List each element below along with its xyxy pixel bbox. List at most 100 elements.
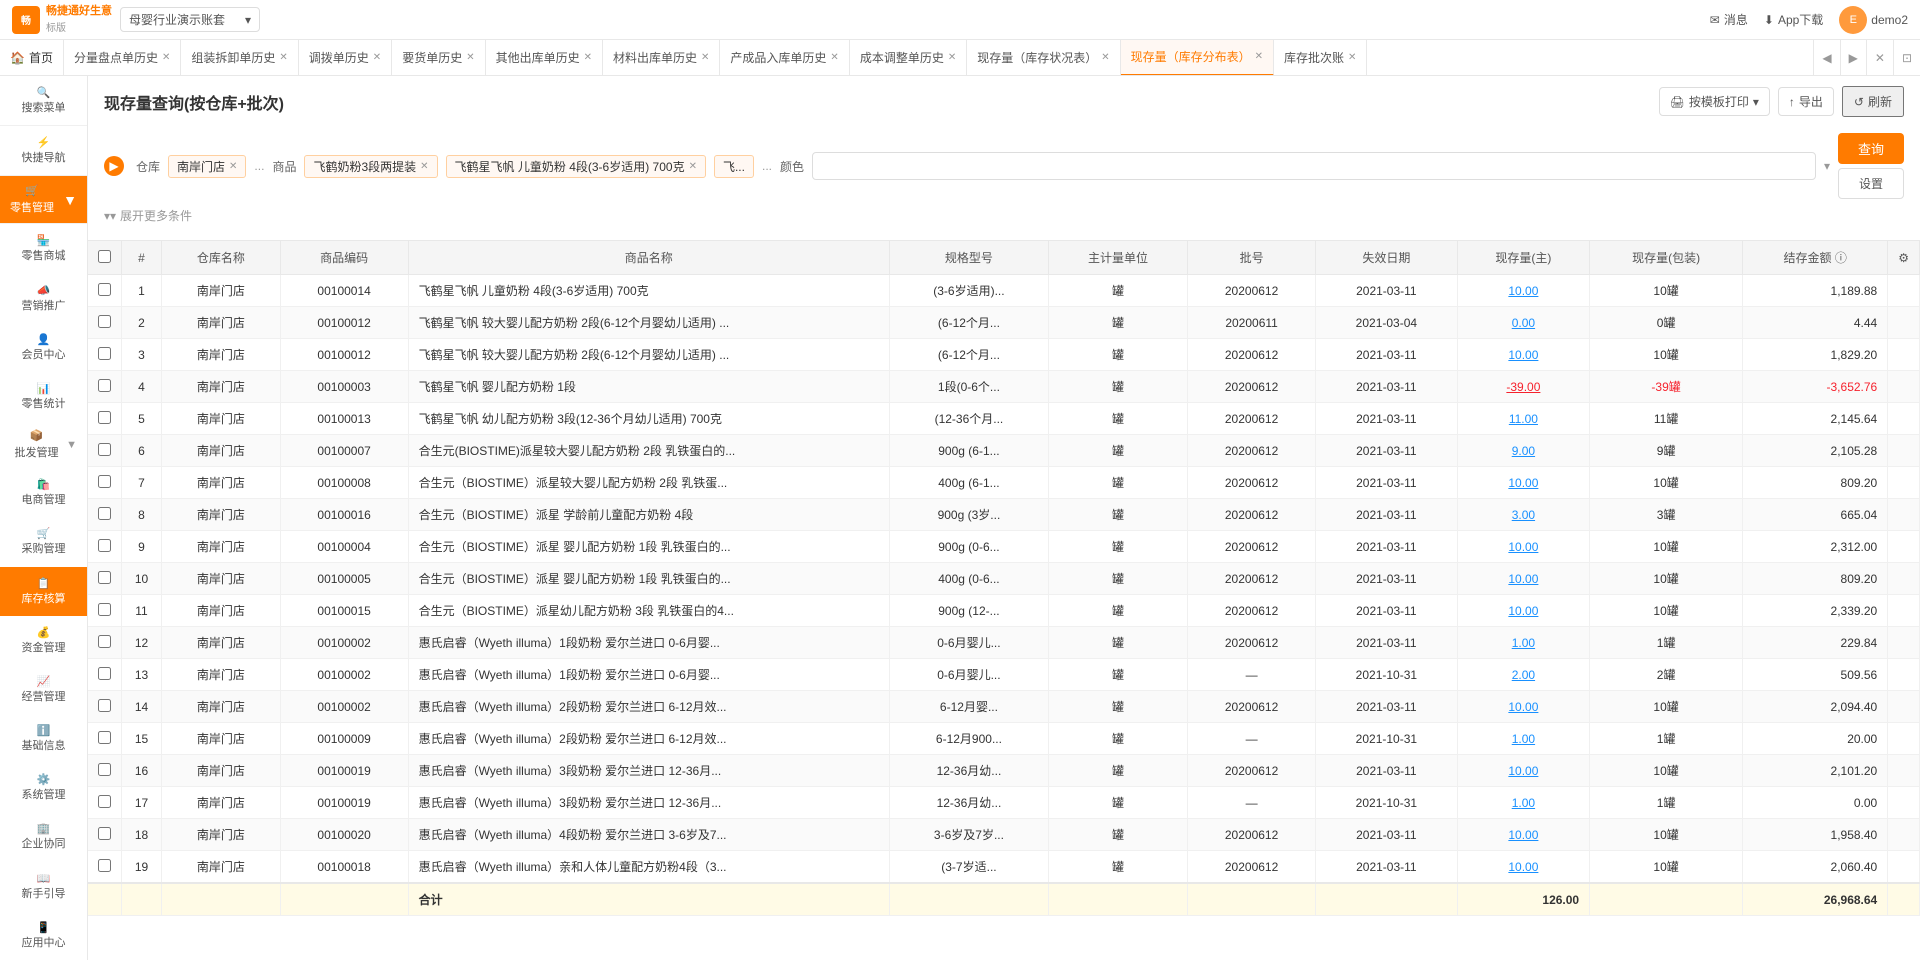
product-more[interactable]: ... (762, 159, 772, 173)
tab-requisition[interactable]: 要货单历史 ✕ (392, 40, 485, 76)
close-icon[interactable]: ✕ (373, 52, 381, 63)
sidebar-item-retail-stats[interactable]: 📊 零售统计 (0, 372, 87, 421)
tab-stock-status[interactable]: 现存量（库存状况表） ✕ (967, 40, 1120, 76)
close-icon[interactable]: ✕ (584, 52, 592, 63)
sidebar-item-ecommerce[interactable]: 🛍️ 电商管理 (0, 468, 87, 517)
sidebar-item-enterprise[interactable]: 🏢 企业协同 (0, 812, 87, 861)
tab-material-out[interactable]: 材料出库单历史 ✕ (603, 40, 720, 76)
row-qty-main[interactable]: 1.00 (1457, 787, 1589, 819)
warehouse-filter-tag[interactable]: 南岸门店 ✕ (168, 155, 246, 178)
row-qty-main[interactable]: 10.00 (1457, 691, 1589, 723)
refresh-button[interactable]: ↺ 刷新 (1842, 86, 1904, 117)
row-checkbox[interactable] (88, 819, 122, 851)
tab-other-out[interactable]: 其他出库单历史 ✕ (486, 40, 603, 76)
row-qty-main[interactable]: 1.00 (1457, 627, 1589, 659)
product-filter-tag1[interactable]: 飞鹤奶粉3段两提装 ✕ (304, 155, 437, 178)
row-checkbox[interactable] (88, 339, 122, 371)
row-checkbox[interactable] (88, 691, 122, 723)
template-print-button[interactable]: 🖨 按模板打印 ▾ (1659, 87, 1770, 116)
row-qty-main[interactable]: 3.00 (1457, 499, 1589, 531)
warehouse-select[interactable]: 母婴行业演示账套 ▾ (120, 7, 260, 32)
tab-disassemble[interactable]: 组装拆卸单历史 ✕ (181, 40, 298, 76)
close-icon[interactable]: ✕ (466, 52, 474, 63)
row-qty-main[interactable]: 0.00 (1457, 307, 1589, 339)
export-button[interactable]: ↑ 导出 (1778, 87, 1834, 116)
row-qty-main[interactable]: 10.00 (1457, 819, 1589, 851)
row-qty-main[interactable]: 10.00 (1457, 563, 1589, 595)
filter-expand-left[interactable]: ▶ (104, 156, 124, 176)
close-icon[interactable]: ✕ (279, 52, 287, 63)
row-checkbox[interactable] (88, 531, 122, 563)
row-checkbox[interactable] (88, 723, 122, 755)
tab-transfer[interactable]: 调拨单历史 ✕ (299, 40, 392, 76)
settings-button[interactable]: 设置 (1838, 168, 1904, 199)
row-checkbox[interactable] (88, 755, 122, 787)
row-checkbox[interactable] (88, 563, 122, 595)
row-qty-main[interactable]: 10.00 (1457, 531, 1589, 563)
sidebar-item-retail-shop[interactable]: 🏪 零售商城 (0, 224, 87, 273)
product-filter-tag2[interactable]: 飞鹤星飞帆 儿童奶粉 4段(3-6岁适用) 700克 ✕ (446, 155, 706, 178)
product2-remove-icon[interactable]: ✕ (689, 161, 697, 172)
row-checkbox[interactable] (88, 659, 122, 691)
row-qty-main[interactable]: 10.00 (1457, 755, 1589, 787)
sidebar-item-app-center[interactable]: 📱 应用中心 (0, 911, 87, 960)
row-qty-main[interactable]: 2.00 (1457, 659, 1589, 691)
tab-cost-adjust[interactable]: 成本调整单历史 ✕ (850, 40, 967, 76)
sidebar-item-operations[interactable]: 📈 经营管理 (0, 665, 87, 714)
tab-prev-button[interactable]: ◀ (1813, 40, 1839, 76)
query-button[interactable]: 查询 (1838, 133, 1904, 164)
row-checkbox[interactable] (88, 627, 122, 659)
product1-remove-icon[interactable]: ✕ (420, 161, 428, 172)
row-qty-main[interactable]: 10.00 (1457, 851, 1589, 884)
tab-home[interactable]: 🏠 首页 (0, 40, 64, 76)
row-checkbox[interactable] (88, 787, 122, 819)
row-checkbox[interactable] (88, 307, 122, 339)
tab-product-in[interactable]: 产成品入库单历史 ✕ (720, 40, 849, 76)
sidebar-item-basic-info[interactable]: ℹ️ 基础信息 (0, 714, 87, 763)
product-filter-tag3[interactable]: 飞... (714, 155, 754, 178)
select-all-checkbox[interactable] (98, 250, 111, 263)
sidebar-item-retail-mgmt[interactable]: 🛒 零售管理 ▼ (0, 176, 87, 223)
close-icon[interactable]: ✕ (1348, 52, 1356, 63)
row-checkbox[interactable] (88, 403, 122, 435)
row-checkbox[interactable] (88, 275, 122, 307)
tab-more-button[interactable]: ⊡ (1893, 40, 1920, 76)
close-icon[interactable]: ✕ (162, 52, 170, 63)
sidebar-item-marketing[interactable]: 📣 营销推广 (0, 274, 87, 323)
row-checkbox[interactable] (88, 371, 122, 403)
user-profile[interactable]: E demo2 (1839, 6, 1908, 34)
sidebar-item-finance[interactable]: 💰 资金管理 (0, 616, 87, 665)
row-qty-main[interactable]: 10.00 (1457, 595, 1589, 627)
message-button[interactable]: ✉ 消息 (1710, 11, 1748, 28)
sidebar-item-sys-mgmt[interactable]: ⚙️ 系统管理 (0, 763, 87, 812)
warehouse-remove-icon[interactable]: ✕ (229, 161, 237, 172)
close-icon[interactable]: ✕ (948, 52, 956, 63)
close-icon[interactable]: ✕ (1255, 51, 1263, 62)
sidebar-item-purchase[interactable]: 🛒 采购管理 (0, 517, 87, 566)
sidebar-item-new-guide[interactable]: 📖 新手引导 (0, 862, 87, 911)
table-settings-header[interactable]: ⚙ (1888, 241, 1920, 275)
sidebar-item-inventory[interactable]: 📋 库存核算 (0, 567, 87, 616)
sidebar-item-member[interactable]: 👤 会员中心 (0, 323, 87, 372)
sidebar-quick-nav[interactable]: ⚡ 快捷导航 (0, 126, 87, 175)
expand-left-icon[interactable]: ▶ (104, 156, 124, 176)
row-qty-main[interactable]: 10.00 (1457, 467, 1589, 499)
row-qty-main[interactable]: 9.00 (1457, 435, 1589, 467)
row-checkbox[interactable] (88, 595, 122, 627)
row-checkbox[interactable] (88, 499, 122, 531)
sidebar-item-wholesale[interactable]: 📦 批发管理 ▼ (0, 421, 87, 468)
close-icon[interactable]: ✕ (1101, 52, 1109, 63)
tab-batch-ledger[interactable]: 库存批次账 ✕ (1274, 40, 1367, 76)
close-icon[interactable]: ✕ (830, 52, 838, 63)
expand-conditions-button[interactable]: ▾▾ 展开更多条件 (104, 203, 1904, 228)
tab-next-button[interactable]: ▶ (1840, 40, 1866, 76)
color-filter-input[interactable] (812, 152, 1816, 180)
app-download-button[interactable]: ⬇ App下载 (1764, 11, 1823, 28)
row-qty-main[interactable]: 10.00 (1457, 275, 1589, 307)
row-qty-main[interactable]: 11.00 (1457, 403, 1589, 435)
checkbox-column-header[interactable] (88, 241, 122, 275)
tab-close-button[interactable]: ✕ (1866, 40, 1893, 76)
tab-stock-dist[interactable]: 现存量（库存分布表） ✕ (1121, 40, 1274, 76)
row-checkbox[interactable] (88, 467, 122, 499)
row-qty-main[interactable]: 1.00 (1457, 723, 1589, 755)
